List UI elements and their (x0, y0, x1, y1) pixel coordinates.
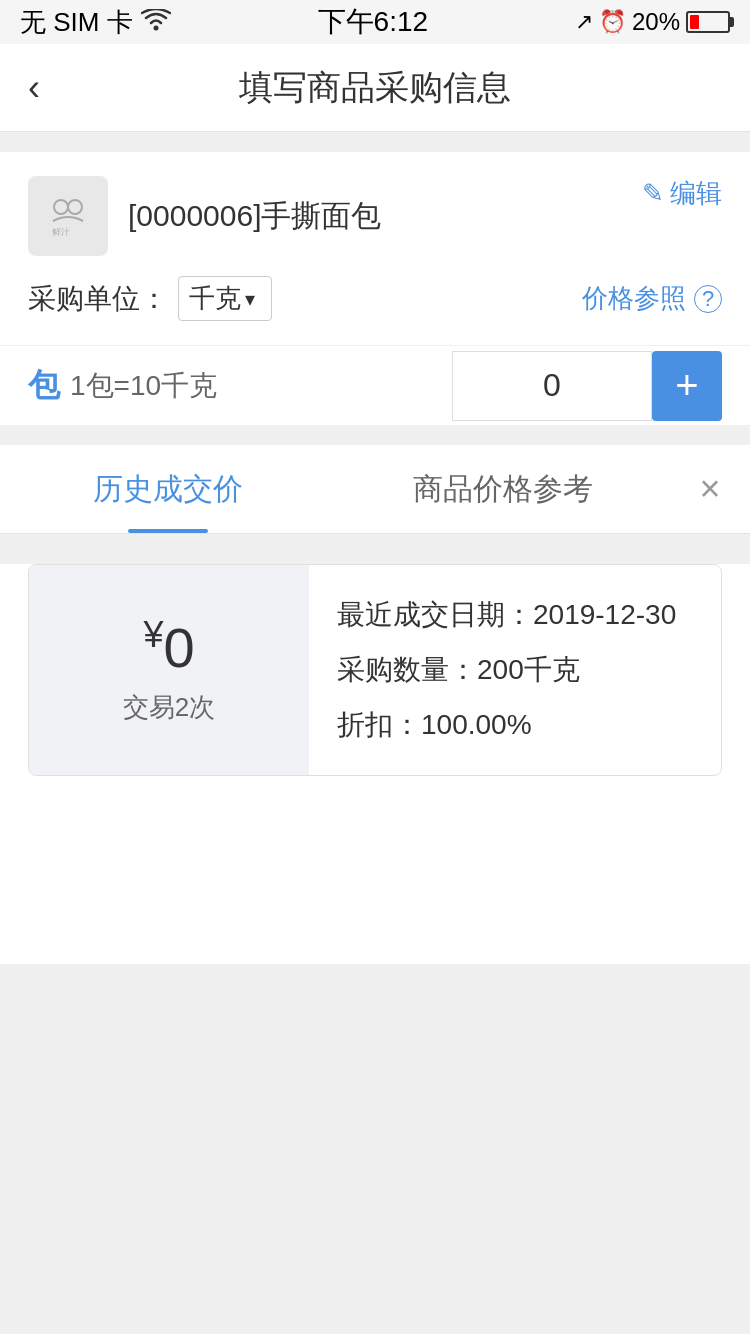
price-amount: 0 (163, 616, 194, 679)
main-content: ¥0 交易2次 最近成交日期：2019-12-30 采购数量：200千克 折扣：… (0, 564, 750, 964)
history-price-value: ¥0 (143, 614, 194, 680)
unit-label-text: 采购单位： (28, 280, 168, 318)
page-title: 填写商品采购信息 (239, 65, 511, 111)
currency-symbol: ¥ (143, 614, 163, 655)
qty-value: 200千克 (477, 654, 580, 685)
tabs-container: 历史成交价 商品价格参考 × (0, 445, 750, 534)
qty-label: 采购数量： (337, 654, 477, 685)
history-card: ¥0 交易2次 最近成交日期：2019-12-30 采购数量：200千克 折扣：… (28, 564, 722, 776)
edit-label: 编辑 (670, 176, 722, 211)
unit-label: 采购单位： 千克 ▾ (28, 276, 272, 321)
status-bar: 无 SIM 卡 下午6:12 ↗ ⏰ 20% (0, 0, 750, 44)
edit-button[interactable]: ✎ 编辑 (642, 176, 722, 211)
package-unit-desc: 1包=10千克 (70, 367, 217, 405)
unit-row: 采购单位： 千克 ▾ 价格参照 ? (28, 276, 722, 321)
unit-value: 千克 (189, 281, 241, 316)
price-ref-label: 价格参照 (582, 281, 686, 316)
svg-text:鲜汁: 鲜汁 (52, 227, 70, 237)
edit-icon: ✎ (642, 178, 664, 209)
no-sim-label: 无 SIM 卡 (20, 5, 133, 40)
product-header: 鲜汁 [0000006]手撕面包 ✎ 编辑 (28, 176, 722, 256)
product-name: [0000006]手撕面包 (128, 196, 381, 237)
date-label: 最近成交日期： (337, 599, 533, 630)
quantity-unit: 包 1包=10千克 (28, 364, 217, 408)
status-left: 无 SIM 卡 (20, 5, 171, 40)
product-left: 鲜汁 [0000006]手撕面包 (28, 176, 381, 256)
history-price-section: ¥0 交易2次 (29, 565, 309, 775)
discount-label: 折扣： (337, 709, 421, 740)
price-reference-button[interactable]: 价格参照 ? (582, 281, 722, 316)
quantity-plus-button[interactable]: + (652, 351, 722, 421)
svg-point-2 (68, 200, 82, 214)
transaction-date-row: 最近成交日期：2019-12-30 (337, 595, 693, 634)
quantity-input[interactable]: 0 (452, 351, 652, 421)
purchase-qty-row: 采购数量：200千克 (337, 650, 693, 689)
product-logo: 鲜汁 (28, 176, 108, 256)
battery-percent: 20% (632, 8, 680, 36)
status-time: 下午6:12 (318, 3, 429, 41)
wifi-icon (141, 7, 171, 38)
product-card: 鲜汁 [0000006]手撕面包 ✎ 编辑 采购单位： 千克 ▾ 价格参照 ? (0, 152, 750, 345)
battery-indicator (686, 11, 730, 33)
history-details-section: 最近成交日期：2019-12-30 采购数量：200千克 折扣：100.00% (309, 565, 721, 775)
svg-point-0 (153, 25, 158, 30)
quantity-controls: 0 + (452, 351, 722, 421)
location-icon: ↗ (575, 9, 593, 35)
section-divider (0, 425, 750, 445)
alarm-icon: ⏰ (599, 9, 626, 35)
back-button[interactable]: ‹ (28, 67, 40, 109)
discount-row: 折扣：100.00% (337, 705, 693, 744)
tab-history-label: 历史成交价 (93, 469, 243, 510)
status-right: ↗ ⏰ 20% (575, 8, 730, 36)
svg-point-1 (54, 200, 68, 214)
nav-bar: ‹ 填写商品采购信息 (0, 44, 750, 132)
chevron-down-icon: ▾ (245, 287, 255, 311)
tab-price-reference[interactable]: 商品价格参考 (335, 445, 670, 533)
help-icon: ? (694, 285, 722, 313)
tab-history-price[interactable]: 历史成交价 (0, 445, 335, 533)
tab-price-ref-label: 商品价格参考 (413, 469, 593, 510)
unit-select[interactable]: 千克 ▾ (178, 276, 272, 321)
quantity-row: 包 1包=10千克 0 + (0, 345, 750, 425)
discount-value: 100.00% (421, 709, 532, 740)
tab-close-button[interactable]: × (670, 445, 750, 533)
package-unit-icon: 包 (28, 364, 60, 408)
date-value: 2019-12-30 (533, 599, 676, 630)
trades-count: 交易2次 (123, 690, 215, 725)
